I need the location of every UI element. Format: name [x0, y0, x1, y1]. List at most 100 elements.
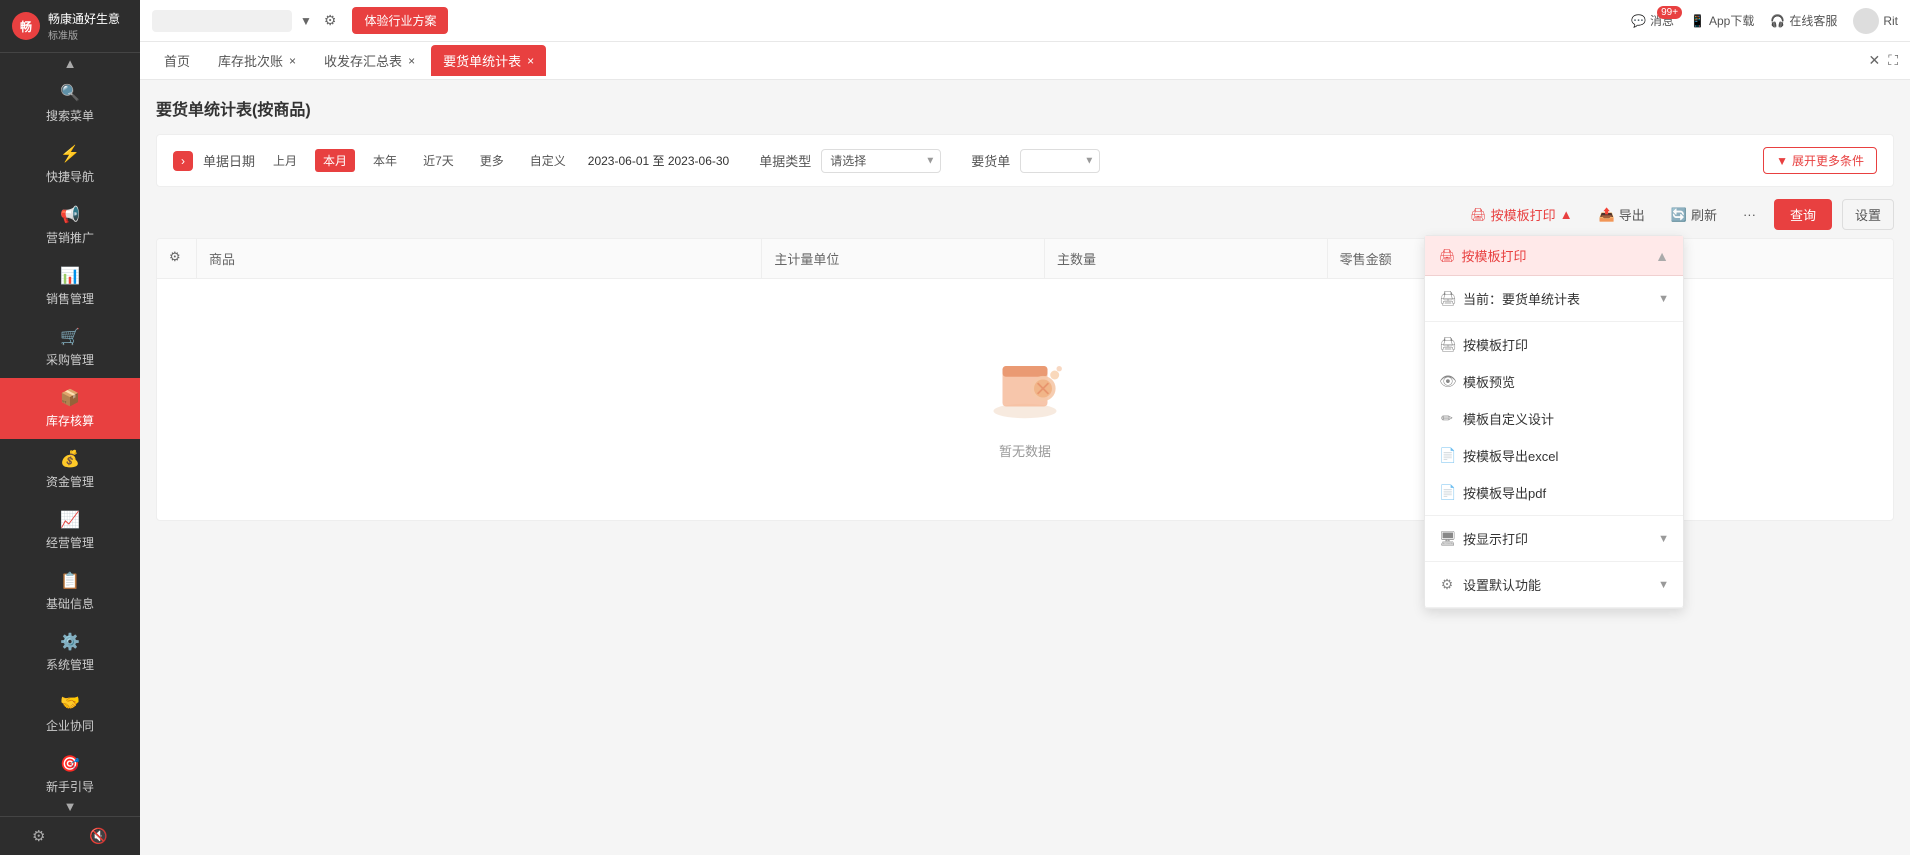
sidebar-item-basics[interactable]: 📋 基础信息	[0, 561, 140, 622]
default-func-item[interactable]: ⚙ 设置默认功能 ▼	[1425, 566, 1683, 603]
dropdown-current-section: 🖨 当前：要货单统计表 ▼	[1425, 276, 1683, 322]
export-icon: 📤	[1599, 207, 1615, 223]
template-preview-icon: 👁	[1439, 373, 1455, 390]
tab-collection-report-close[interactable]: ×	[408, 54, 415, 68]
dropdown-header: 🖨 按模板打印 ▲	[1425, 236, 1683, 276]
message-button[interactable]: 💬 消息 99+	[1631, 12, 1674, 29]
quick-nav-icon: ⚡	[60, 144, 80, 164]
export-button[interactable]: 📤 导出	[1591, 201, 1653, 228]
sidebar-item-search[interactable]: 🔍 搜索菜单	[0, 73, 140, 134]
default-func-icon: ⚙	[1439, 576, 1455, 593]
sidebar-item-label: 系统管理	[46, 656, 94, 673]
date-current-month-btn[interactable]: 本月	[315, 149, 355, 172]
tab-order-stats-close[interactable]: ×	[527, 54, 534, 68]
trial-button[interactable]: 体验行业方案	[352, 7, 448, 34]
sidebar-item-guide[interactable]: 🎯 新手引导	[0, 744, 140, 796]
online-service-button[interactable]: 🎧 在线客服	[1770, 12, 1837, 29]
app-download-label: App下载	[1709, 12, 1754, 29]
sidebar-scroll-down[interactable]: ▼	[0, 796, 140, 816]
service-icon: 🎧	[1770, 14, 1785, 28]
tab-maximize-icon[interactable]: ⛶	[1888, 52, 1898, 69]
settings-button[interactable]: 设置	[1842, 199, 1894, 230]
th-unit: 主计量单位	[762, 239, 1045, 278]
sidebar-item-label: 营销推广	[46, 229, 94, 246]
print-expand-icon: ▲	[1560, 207, 1573, 222]
template-design-item[interactable]: ✏ 模板自定义设计	[1425, 400, 1683, 437]
app-download-button[interactable]: 📱 App下载	[1690, 12, 1754, 29]
refresh-icon: 🔄	[1671, 207, 1687, 223]
sidebar-item-inventory[interactable]: 📦 库存核算	[0, 378, 140, 439]
tab-order-stats[interactable]: 要货单统计表 ×	[431, 45, 546, 76]
date-7days-btn[interactable]: 近7天	[415, 149, 462, 172]
tab-home[interactable]: 首页	[152, 45, 202, 76]
refresh-button[interactable]: 🔄 刷新	[1663, 201, 1725, 228]
tab-batch-account-label: 库存批次账	[218, 51, 283, 70]
user-avatar[interactable]: Rit	[1853, 8, 1898, 34]
gear-icon[interactable]: ⚙	[324, 12, 337, 29]
sidebar-item-finance[interactable]: 💰 资金管理	[0, 439, 140, 500]
sidebar-item-quick-nav[interactable]: ⚡ 快捷导航	[0, 134, 140, 195]
mute-bottom-icon[interactable]: 🔇	[89, 827, 108, 845]
tab-collection-report[interactable]: 收发存汇总表 ×	[312, 45, 427, 76]
doc-type-select[interactable]: 请选择	[821, 149, 941, 173]
template-preview-item[interactable]: 👁 模板预览	[1425, 363, 1683, 400]
dropdown-settings-section: ⚙ 设置默认功能 ▼	[1425, 562, 1683, 608]
tab-order-stats-label: 要货单统计表	[443, 51, 521, 70]
search-input[interactable]	[152, 10, 292, 32]
template-print-label: 按模板打印	[1463, 335, 1528, 354]
template-pdf-item[interactable]: 📄 按模板导出pdf	[1425, 474, 1683, 511]
sidebar-item-label: 基础信息	[46, 595, 94, 612]
sidebar: 畅 畅康通好生意 标准版 ▲ 🔍 搜索菜单 ⚡ 快捷导航 📢 营销推广 📊 销售…	[0, 0, 140, 855]
th-product: 商品	[197, 239, 762, 278]
doc-type-label: 单据类型	[759, 151, 811, 170]
date-filter-label: 单据日期	[203, 151, 255, 170]
sales-icon: 📊	[60, 266, 80, 286]
tabs-bar-right: ✕ ⛶	[1868, 52, 1898, 69]
settings-icon[interactable]: ⚙	[169, 249, 181, 264]
basics-icon: 📋	[60, 571, 80, 591]
toolbar: 🖨 按模板打印 ▲ 📤 导出 🔄 刷新 ··· 查询 设置 🖨	[156, 199, 1894, 230]
sidebar-item-enterprise[interactable]: 🤝 企业协同	[0, 683, 140, 744]
system-icon: ⚙️	[60, 632, 80, 652]
order-status-select[interactable]	[1020, 149, 1100, 173]
avatar-circle	[1853, 8, 1879, 34]
empty-text: 暂无数据	[999, 441, 1051, 460]
filter-expand-button[interactable]: ›	[173, 151, 193, 171]
print-icon: 🖨	[1470, 207, 1487, 223]
date-more-btn[interactable]: 更多	[472, 149, 512, 172]
date-prev-month-btn[interactable]: 上月	[265, 149, 305, 172]
more-button[interactable]: ···	[1735, 203, 1764, 226]
display-print-item[interactable]: 🖥 按显示打印 ▼	[1425, 520, 1683, 557]
main-area: ▼ ⚙ 体验行业方案 💬 消息 99+ 📱 App下载 🎧 在线客服 Rit	[140, 0, 1910, 855]
sidebar-item-marketing[interactable]: 📢 营销推广	[0, 195, 140, 256]
query-button[interactable]: 查询	[1774, 199, 1832, 230]
date-year-btn[interactable]: 本年	[365, 149, 405, 172]
order-type-label: 要货单	[971, 151, 1010, 170]
template-design-label: 模板自定义设计	[1463, 409, 1554, 428]
template-excel-item[interactable]: 📄 按模板导出excel	[1425, 437, 1683, 474]
sidebar-item-purchase[interactable]: 🛒 采购管理	[0, 317, 140, 378]
tab-close-icon[interactable]: ✕	[1868, 52, 1880, 69]
current-template-item[interactable]: 🖨 当前：要货单统计表 ▼	[1425, 280, 1683, 317]
template-print-item[interactable]: 🖨 按模板打印	[1425, 326, 1683, 363]
settings-bottom-icon[interactable]: ⚙	[32, 827, 45, 845]
topbar-dropdown-button[interactable]: ▼	[300, 14, 312, 28]
expand-more-conditions-btn[interactable]: ▼ 展开更多条件	[1763, 147, 1877, 174]
date-custom-btn[interactable]: 自定义	[522, 149, 574, 172]
date-range-display: 2023-06-01 至 2023-06-30	[588, 152, 729, 169]
tab-batch-account[interactable]: 库存批次账 ×	[206, 45, 308, 76]
dropdown-display-section: 🖥 按显示打印 ▼	[1425, 516, 1683, 562]
online-service-label: 在线客服	[1789, 12, 1837, 29]
sidebar-item-operations[interactable]: 📈 经营管理	[0, 500, 140, 561]
sidebar-scroll-up[interactable]: ▲	[0, 53, 140, 73]
order-status-select-wrapper	[1020, 149, 1100, 173]
print-dropdown: 🖨 按模板打印 ▲ 🖨 当前：要货单统计表 ▼	[1424, 235, 1684, 609]
dropdown-close-button[interactable]: ▲	[1655, 248, 1669, 264]
print-template-button[interactable]: 🖨 按模板打印 ▲	[1462, 201, 1580, 228]
expand-chevron-icon: ▼	[1776, 154, 1788, 168]
tab-batch-account-close[interactable]: ×	[289, 54, 296, 68]
sidebar-item-system[interactable]: ⚙️ 系统管理	[0, 622, 140, 683]
sidebar-item-sales[interactable]: 📊 销售管理	[0, 256, 140, 317]
topbar-right: 💬 消息 99+ 📱 App下载 🎧 在线客服 Rit	[1631, 8, 1898, 34]
default-func-arrow: ▼	[1658, 579, 1669, 591]
